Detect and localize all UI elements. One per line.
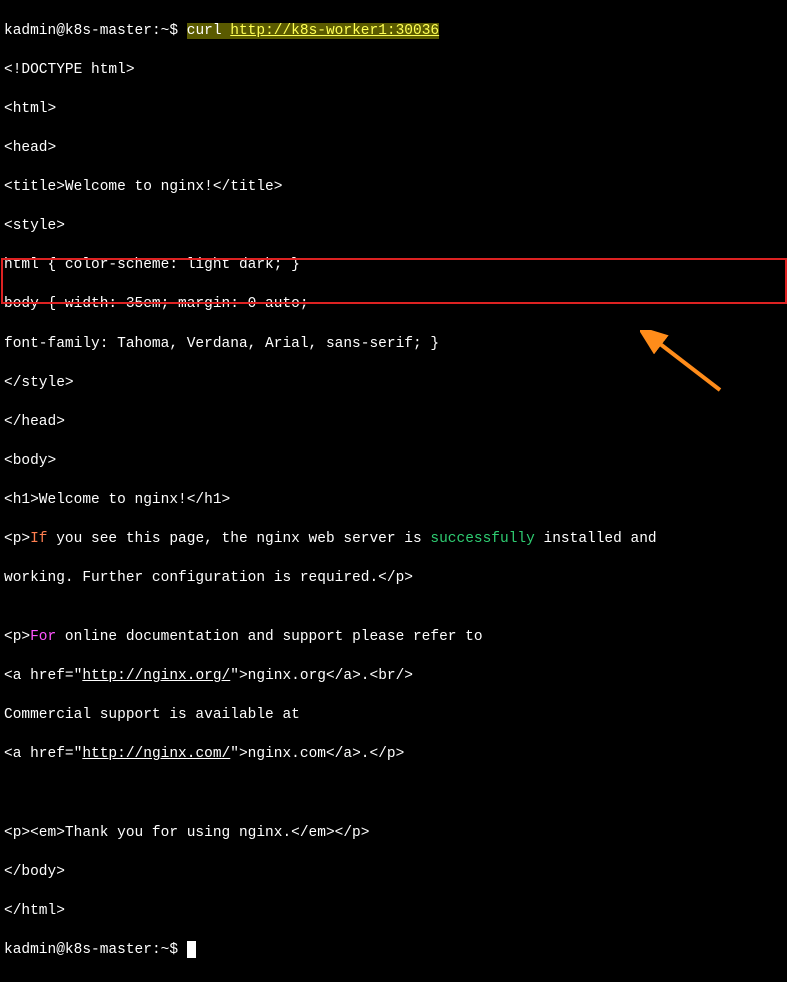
prompt-user-host: kadmin@k8s-master xyxy=(4,942,152,958)
output-line: <style> xyxy=(4,217,783,237)
prompt-user-host: kadmin@k8s-master xyxy=(4,23,152,39)
command-url: http://k8s-worker1:30036 xyxy=(230,23,439,39)
highlighted-for: For xyxy=(30,629,56,645)
output-line: <body> xyxy=(4,452,783,472)
output-line-highlighted: <p>If you see this page, the nginx web s… xyxy=(4,530,783,550)
output-line: body { width: 35em; margin: 0 auto; xyxy=(4,295,783,315)
output-line: <p>For online documentation and support … xyxy=(4,628,783,648)
highlighted-if: If xyxy=(30,531,47,547)
nginx-com-url: http://nginx.com/ xyxy=(82,746,230,762)
prompt-dollar: $ xyxy=(169,942,178,958)
prompt-line-1: kadmin@k8s-master:~$ curl http://k8s-wor… xyxy=(4,22,783,42)
command-text: curl xyxy=(187,23,222,39)
terminal-output[interactable]: kadmin@k8s-master:~$ curl http://k8s-wor… xyxy=(0,0,787,982)
output-line: <html> xyxy=(4,100,783,120)
output-line: <a href="http://nginx.com/">nginx.com</a… xyxy=(4,745,783,765)
highlighted-successfully: successfully xyxy=(430,531,534,547)
output-line: font-family: Tahoma, Verdana, Arial, san… xyxy=(4,335,783,355)
output-line: <head> xyxy=(4,139,783,159)
output-line: html { color-scheme: light dark; } xyxy=(4,256,783,276)
output-line: Commercial support is available at xyxy=(4,706,783,726)
prompt-path: ~ xyxy=(161,942,170,958)
output-line: working. Further configuration is requir… xyxy=(4,569,783,589)
output-line: <title>Welcome to nginx!</title> xyxy=(4,178,783,198)
output-line: </body> xyxy=(4,863,783,883)
output-line: </html> xyxy=(4,902,783,922)
cursor xyxy=(187,941,196,958)
output-line: <!DOCTYPE html> xyxy=(4,61,783,81)
prompt-line-2[interactable]: kadmin@k8s-master:~$ xyxy=(4,941,783,961)
nginx-org-url: http://nginx.org/ xyxy=(82,668,230,684)
output-line-blank xyxy=(4,785,783,805)
prompt-dollar: $ xyxy=(169,23,178,39)
output-line: <a href="http://nginx.org/">nginx.org</a… xyxy=(4,667,783,687)
output-line: </head> xyxy=(4,413,783,433)
output-line: </style> xyxy=(4,374,783,394)
output-line: <p><em>Thank you for using nginx.</em></… xyxy=(4,824,783,844)
